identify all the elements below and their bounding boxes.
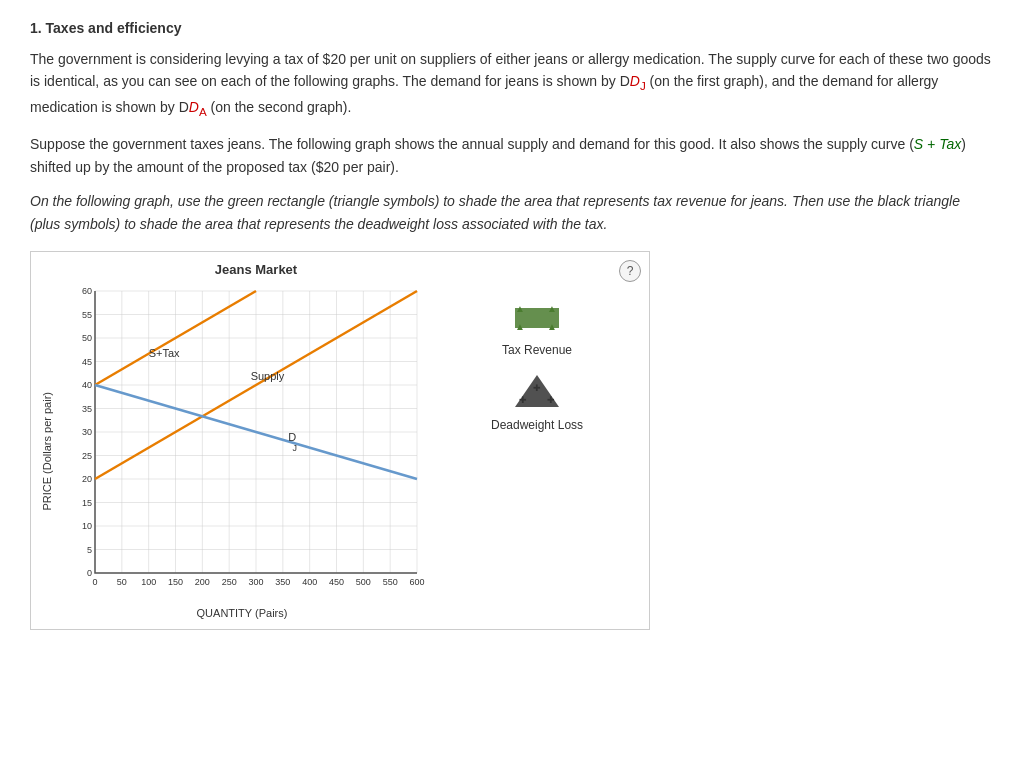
question-button[interactable]: ? [619,260,641,282]
deadweight-loss-icon: ✚ ✚ ✚ [513,373,561,414]
y-axis-label: PRICE (Dollars per pair) [41,392,53,511]
svg-text:▲: ▲ [515,303,525,314]
instruction-text: On the following graph, use the green re… [30,190,994,235]
x-axis-label: QUANTITY (Pairs) [57,607,427,619]
tax-revenue-label: Tax Revenue [502,343,572,357]
paragraph-2: Suppose the government taxes jeans. The … [30,133,994,178]
graph-area: Jeans Market PRICE (Dollars per pair) QU… [41,262,471,619]
legend-tax-revenue: ▲ ▲ ▲ ▲ Tax Revenue [491,302,583,357]
svg-text:▲: ▲ [515,321,525,332]
svg-text:▲: ▲ [547,303,557,314]
graph-title: Jeans Market [41,262,471,277]
svg-text:✚: ✚ [547,395,555,405]
svg-text:✚: ✚ [533,383,541,393]
legend-deadweight-loss: ✚ ✚ ✚ Deadweight Loss [491,373,583,432]
section-title: 1. Taxes and efficiency [30,20,994,36]
graph-container: ? Jeans Market PRICE (Dollars per pair) … [30,251,650,630]
legend-area: ▲ ▲ ▲ ▲ Tax Revenue ✚ ✚ ✚ Deadweight Los… [491,262,583,432]
svg-text:▲: ▲ [547,321,557,332]
tax-revenue-icon: ▲ ▲ ▲ ▲ [513,302,561,339]
deadweight-loss-label: Deadweight Loss [491,418,583,432]
paragraph-1: The government is considering levying a … [30,48,994,121]
svg-text:✚: ✚ [519,395,527,405]
